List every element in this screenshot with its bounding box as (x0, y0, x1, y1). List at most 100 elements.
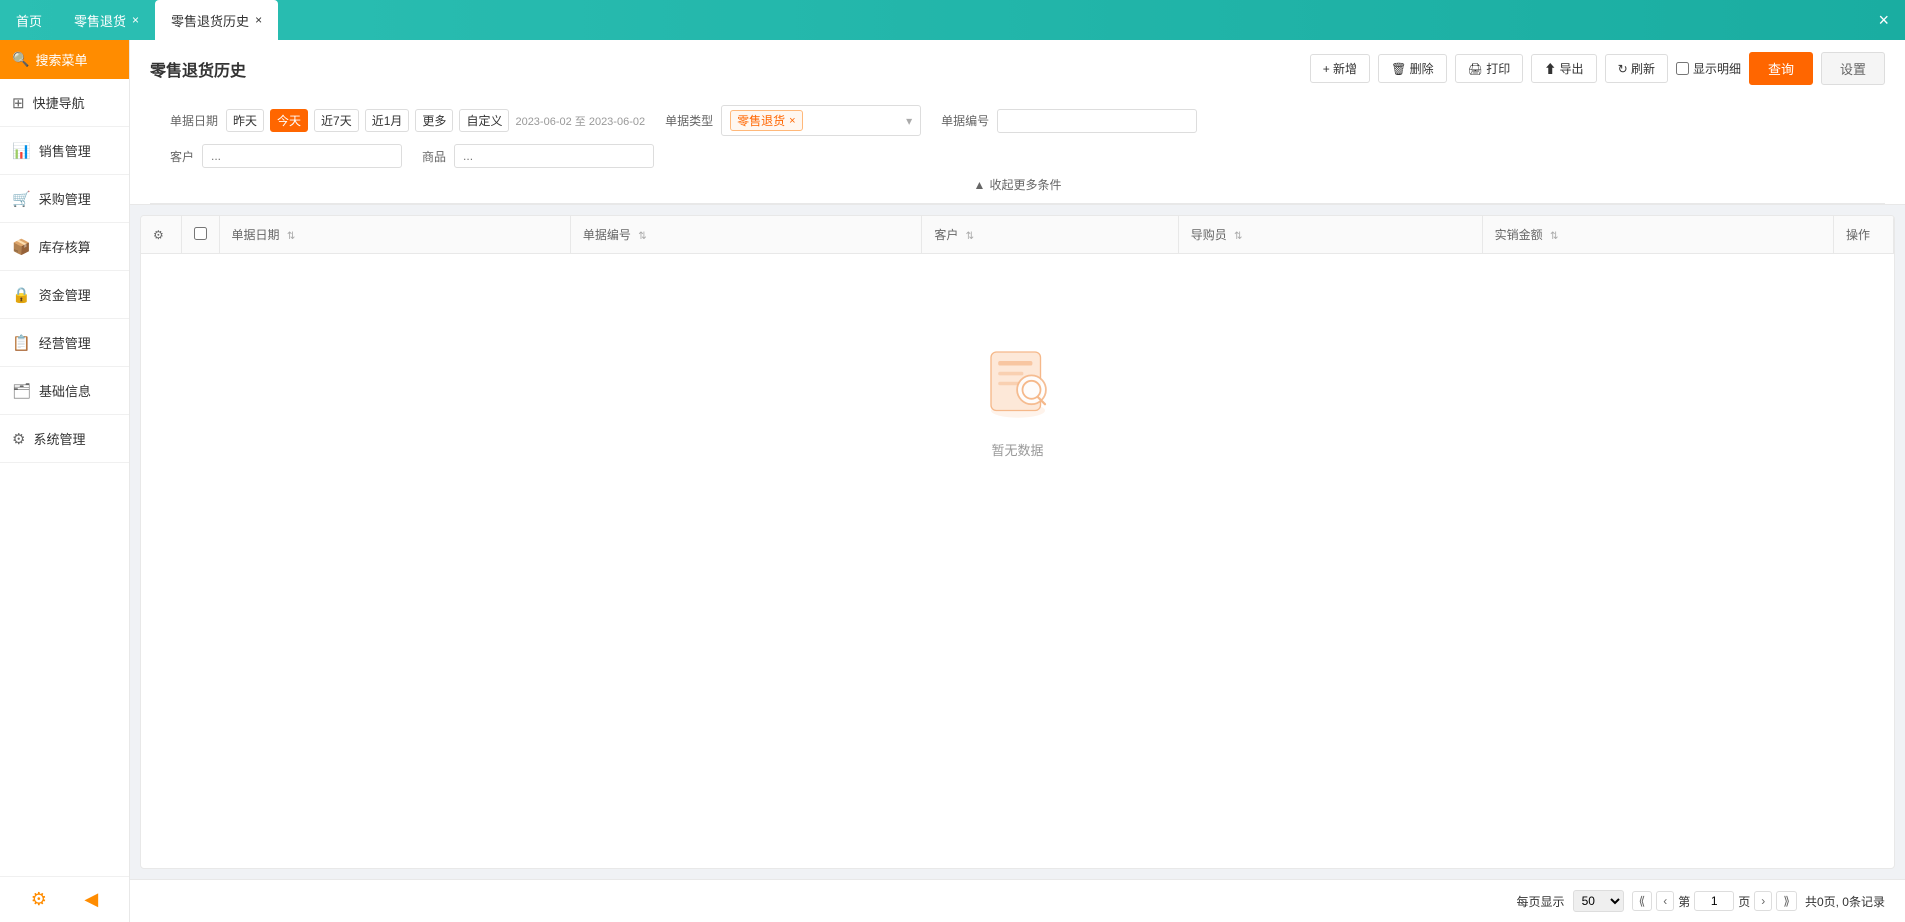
page-title-row: 零售退货历史 + 新增 🗑 删除 🖨 打印 ⬆ 导出 ↻ 刷新 显示明细 查询 … (150, 52, 1885, 85)
delete-button[interactable]: 🗑 删除 (1378, 54, 1447, 83)
sidebar-item-finance[interactable]: 🔒资金管理 (0, 271, 129, 319)
customer-filter-item: 客户 (170, 144, 402, 168)
goods-label: 商品 (422, 148, 446, 165)
sort-date-icon: ⇅ (287, 231, 295, 242)
type-dropdown-icon: ▾ (906, 114, 912, 128)
print-button[interactable]: 🖨 打印 (1455, 54, 1524, 83)
new-button[interactable]: + 新增 (1310, 54, 1370, 83)
last-page-button[interactable]: ⟫ (1776, 891, 1797, 911)
tab-close-return[interactable]: × (132, 13, 139, 27)
sort-customer-icon: ⇅ (966, 231, 974, 242)
search-icon: 🔍 (12, 51, 29, 68)
th-amount[interactable]: 实销金额 ⇅ (1482, 216, 1833, 254)
top-bar: 首页零售退货×零售退货历史× × (0, 0, 1905, 40)
th-date-label: 单据日期 (232, 228, 280, 242)
sidebar-icon-system: ⚙ (12, 430, 25, 448)
page-label: 第 (1678, 893, 1690, 910)
sidebar-items-container: ⊞快捷导航 📊 销售管理 🛒 采购管理 📦库存核算🔒资金管理 📋 经营管理 🗂 基础信息 ⚙系统管理 (0, 79, 129, 463)
sidebar-icon-purchase: 🛒 (12, 190, 31, 208)
date-btn-近7天[interactable]: 近7天 (314, 109, 359, 132)
sidebar-item-sales[interactable]: 📊 销售管理 (0, 127, 129, 175)
sidebar-item-purchase[interactable]: 🛒 采购管理 (0, 175, 129, 223)
collapse-sidebar-icon[interactable]: ◀ (84, 889, 98, 910)
page-title: 零售退货历史 (150, 57, 246, 81)
empty-state: 暂无数据 (141, 254, 1894, 539)
refresh-button[interactable]: ↻ 刷新 (1605, 54, 1668, 83)
first-page-button[interactable]: ⟪ (1632, 891, 1653, 911)
type-label: 单据类型 (665, 112, 713, 129)
type-tag-close[interactable]: × (789, 115, 795, 127)
th-customer[interactable]: 客户 ⇅ (922, 216, 1178, 254)
tab-home[interactable]: 首页 (0, 0, 58, 40)
date-label: 单据日期 (170, 112, 218, 129)
sidebar-item-system[interactable]: ⚙系统管理 (0, 415, 129, 463)
filter-row-1: 单据日期 昨天今天近7天近1月更多自定义2023-06-02 至 2023-06… (170, 105, 1865, 136)
per-page-label: 每页显示 (1517, 893, 1565, 910)
date-btn-今天[interactable]: 今天 (270, 109, 308, 132)
empty-text: 暂无数据 (991, 440, 1043, 459)
query-button[interactable]: 查询 (1749, 52, 1813, 85)
filter-row-2: 客户 商品 (170, 144, 1865, 168)
content-area: 零售退货历史 + 新增 🗑 删除 🖨 打印 ⬆ 导出 ↻ 刷新 显示明细 查询 … (130, 40, 1905, 922)
data-table: ⚙ 单据日期 ⇅ 单据编号 ⇅ 客户 ⇅ (141, 216, 1894, 254)
prev-page-button[interactable]: ‹ (1656, 891, 1674, 911)
th-guide[interactable]: 导购员 ⇅ (1178, 216, 1482, 254)
number-filter-item: 单据编号 (941, 109, 1197, 133)
date-btn-昨天[interactable]: 昨天 (226, 109, 264, 132)
type-tag: 零售退货 × (730, 110, 802, 131)
per-page-select[interactable]: 102050100 (1573, 890, 1624, 912)
number-input[interactable] (997, 109, 1197, 133)
sidebar-label-business: 经营管理 (39, 333, 91, 352)
sidebar-label-purchase: 采购管理 (39, 189, 91, 208)
sidebar-label-quick-nav: 快捷导航 (33, 93, 85, 112)
sidebar-icon-basic: 🗂 (12, 382, 31, 400)
date-btn-更多[interactable]: 更多 (415, 109, 453, 132)
page-input[interactable] (1694, 891, 1734, 911)
date-filter-item: 单据日期 昨天今天近7天近1月更多自定义2023-06-02 至 2023-06… (170, 109, 645, 132)
sidebar-item-quick-nav[interactable]: ⊞快捷导航 (0, 79, 129, 127)
th-settings[interactable]: ⚙ (141, 216, 181, 254)
settings-button[interactable]: 设置 (1821, 52, 1885, 85)
goods-input[interactable] (454, 144, 654, 168)
goods-filter-item: 商品 (422, 144, 654, 168)
sidebar-search-label: 搜索菜单 (35, 50, 87, 69)
sidebar-item-basic[interactable]: 🗂 基础信息 (0, 367, 129, 415)
date-btn-自定义[interactable]: 自定义 (459, 109, 509, 132)
table-container: ⚙ 单据日期 ⇅ 单据编号 ⇅ 客户 ⇅ (140, 215, 1895, 869)
sidebar-icon-business: 📋 (12, 334, 31, 352)
sidebar-label-basic: 基础信息 (39, 381, 91, 400)
sidebar-item-inventory[interactable]: 📦库存核算 (0, 223, 129, 271)
select-all-checkbox[interactable] (194, 227, 207, 240)
sort-number-icon: ⇅ (638, 231, 646, 242)
show-detail-checkbox[interactable] (1676, 62, 1689, 75)
th-guide-label: 导购员 (1191, 228, 1227, 242)
type-select[interactable]: 零售退货 × ▾ (721, 105, 921, 136)
collapse-button[interactable]: ▲ 收起更多条件 (974, 176, 1062, 193)
sidebar-label-sales: 销售管理 (39, 141, 91, 160)
number-label: 单据编号 (941, 112, 989, 129)
close-window-button[interactable]: × (1862, 10, 1905, 31)
th-check[interactable] (181, 216, 219, 254)
sidebar-search[interactable]: 🔍 搜索菜单 (0, 40, 129, 79)
th-date[interactable]: 单据日期 ⇅ (219, 216, 570, 254)
th-number[interactable]: 单据编号 ⇅ (570, 216, 921, 254)
filter-area: 单据日期 昨天今天近7天近1月更多自定义2023-06-02 至 2023-06… (150, 95, 1885, 204)
sidebar-icon-sales: 📊 (12, 142, 31, 160)
export-button[interactable]: ⬆ 导出 (1531, 54, 1596, 83)
date-btn-近1月[interactable]: 近1月 (365, 109, 410, 132)
next-page-button[interactable]: › (1754, 891, 1772, 911)
sidebar-icon-inventory: 📦 (12, 238, 31, 256)
sidebar: 🔍 搜索菜单 ⊞快捷导航 📊 销售管理 🛒 采购管理 📦库存核算🔒资金管理 📋 经营管理 🗂 基础… (0, 40, 130, 922)
table-head: ⚙ 单据日期 ⇅ 单据编号 ⇅ 客户 ⇅ (141, 216, 1894, 254)
collapse-label: 收起更多条件 (989, 176, 1061, 193)
tab-return-history[interactable]: 零售退货历史× (155, 0, 278, 40)
tab-close-return-history[interactable]: × (255, 13, 262, 27)
tab-return[interactable]: 零售退货× (58, 0, 155, 40)
settings-icon[interactable]: ⚙ (31, 889, 47, 910)
th-customer-label: 客户 (934, 228, 958, 242)
sidebar-icon-finance: 🔒 (12, 286, 31, 304)
sidebar-item-business[interactable]: 📋 经营管理 (0, 319, 129, 367)
th-amount-label: 实销金额 (1495, 228, 1543, 242)
customer-input[interactable] (202, 144, 402, 168)
collapse-icon: ▲ (974, 178, 986, 192)
